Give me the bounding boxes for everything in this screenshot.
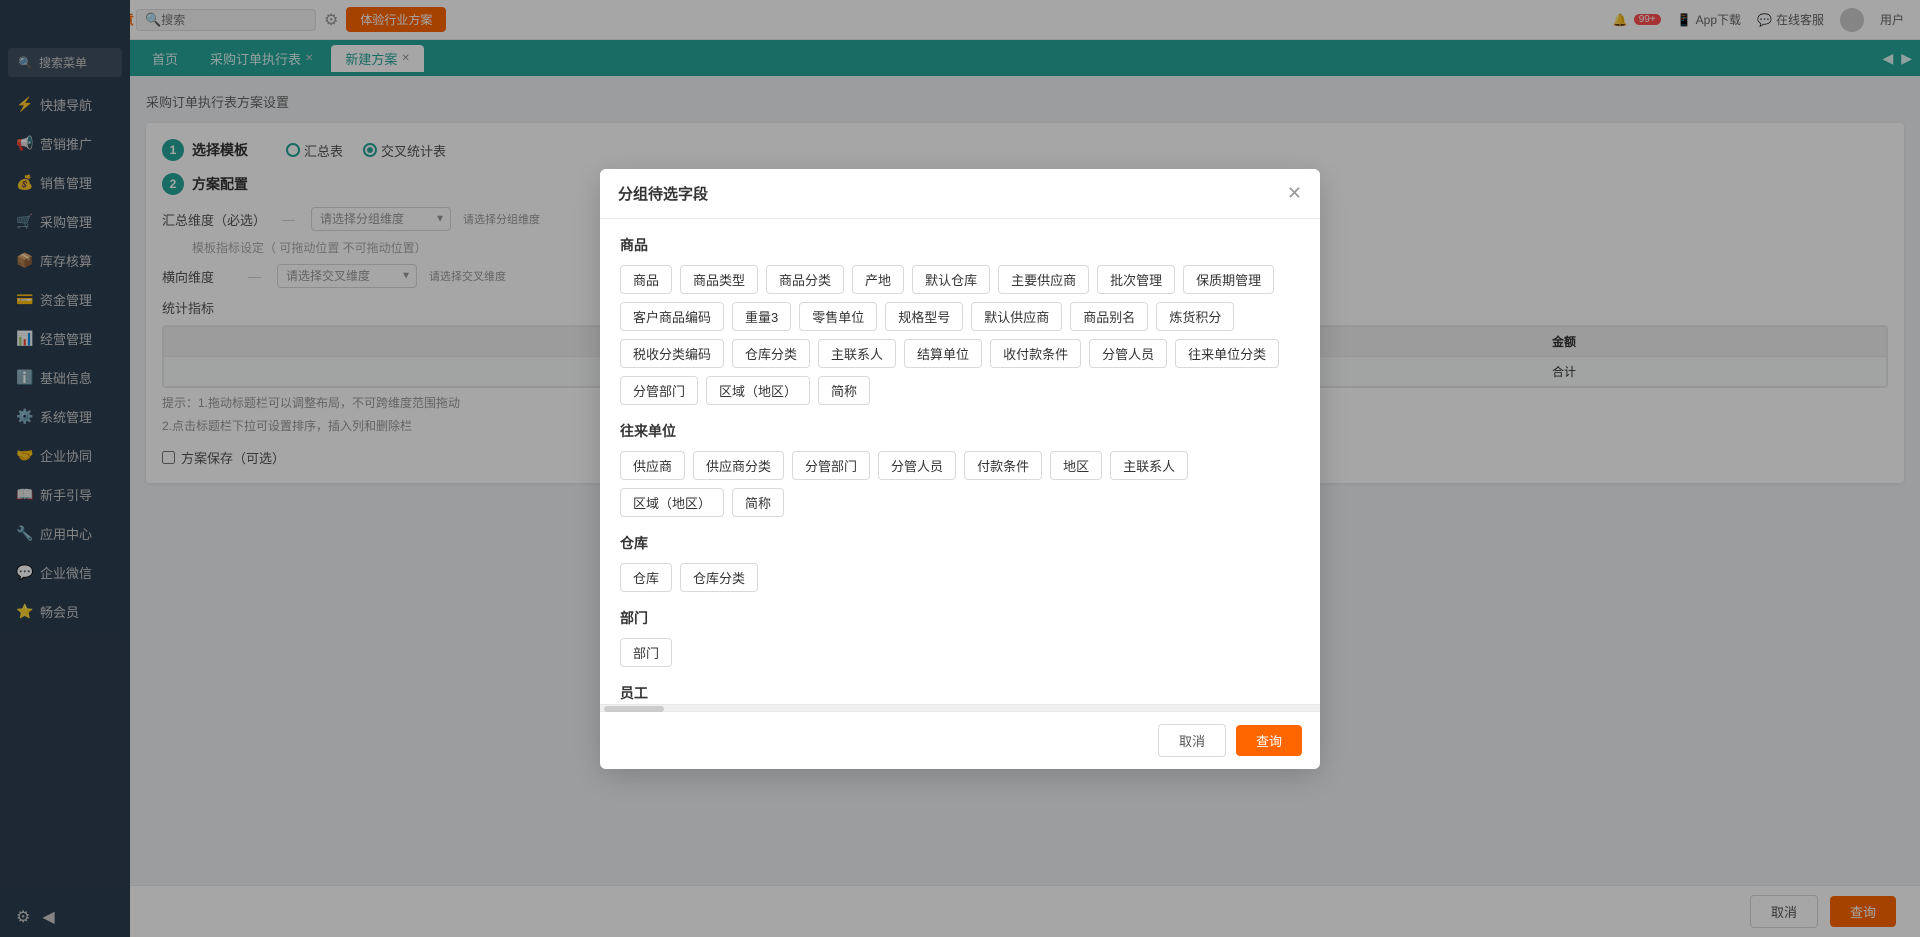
field-tag-settlement-unit[interactable]: 结算单位 xyxy=(904,339,982,368)
field-tag-customer-code[interactable]: 客户商品编码 xyxy=(620,302,724,331)
field-tag-main-contact-partner[interactable]: 主联系人 xyxy=(1110,451,1188,480)
field-tag-goods-alias[interactable]: 商品别名 xyxy=(1070,302,1148,331)
field-tag-warehouse-category[interactable]: 仓库分类 xyxy=(732,339,810,368)
field-tag-goods-category[interactable]: 商品分类 xyxy=(766,265,844,294)
field-tag-payment-terms[interactable]: 收付款条件 xyxy=(990,339,1081,368)
field-tag-tax-code[interactable]: 税收分类编码 xyxy=(620,339,724,368)
field-tag-origin[interactable]: 产地 xyxy=(852,265,904,294)
modal-body: 商品 商品 商品类型 商品分类 产地 默认仓库 主要供应商 批次管理 保质期管理… xyxy=(600,219,1320,705)
field-tags-goods: 商品 商品类型 商品分类 产地 默认仓库 主要供应商 批次管理 保质期管理 客户… xyxy=(620,265,1300,405)
field-tag-supplier-category[interactable]: 供应商分类 xyxy=(693,451,784,480)
field-tag-spec-model[interactable]: 规格型号 xyxy=(885,302,963,331)
modal-cancel-button[interactable]: 取消 xyxy=(1158,724,1226,757)
field-tag-retail-unit[interactable]: 零售单位 xyxy=(799,302,877,331)
field-tag-smelting-points[interactable]: 炼货积分 xyxy=(1156,302,1234,331)
modal-footer: 取消 查询 xyxy=(600,711,1320,769)
field-tag-warehouse-cat[interactable]: 仓库分类 xyxy=(680,563,758,592)
field-group-department-title: 部门 xyxy=(620,608,1300,628)
modal-header: 分组待选字段 ✕ xyxy=(600,169,1320,219)
field-group-department: 部门 部门 xyxy=(620,608,1300,667)
field-tag-manage-dept[interactable]: 分管部门 xyxy=(620,376,698,405)
field-tag-region-goods[interactable]: 区域（地区） xyxy=(706,376,810,405)
field-tags-warehouse: 仓库 仓库分类 xyxy=(620,563,1300,592)
field-group-partner: 往来单位 供应商 供应商分类 分管部门 分管人员 付款条件 地区 主联系人 区域… xyxy=(620,421,1300,517)
field-tag-default-warehouse[interactable]: 默认仓库 xyxy=(912,265,990,294)
field-tag-manage-dept-partner[interactable]: 分管部门 xyxy=(792,451,870,480)
field-tag-warehouse[interactable]: 仓库 xyxy=(620,563,672,592)
field-tag-goods-type[interactable]: 商品类型 xyxy=(680,265,758,294)
field-tag-expiry-manage[interactable]: 保质期管理 xyxy=(1183,265,1274,294)
field-tag-payment-cond-partner[interactable]: 付款条件 xyxy=(964,451,1042,480)
field-tag-main-supplier[interactable]: 主要供应商 xyxy=(998,265,1089,294)
field-tag-department[interactable]: 部门 xyxy=(620,638,672,667)
field-group-goods: 商品 商品 商品类型 商品分类 产地 默认仓库 主要供应商 批次管理 保质期管理… xyxy=(620,235,1300,405)
field-tag-supplier[interactable]: 供应商 xyxy=(620,451,685,480)
field-tag-main-contact[interactable]: 主联系人 xyxy=(818,339,896,368)
hscroll-thumb[interactable] xyxy=(604,706,664,712)
field-tag-region-partner[interactable]: 地区 xyxy=(1050,451,1102,480)
field-tags-department: 部门 xyxy=(620,638,1300,667)
field-tag-short-name-goods[interactable]: 简称 xyxy=(818,376,870,405)
field-tag-goods[interactable]: 商品 xyxy=(620,265,672,294)
field-group-employee: 员工 业务员 xyxy=(620,683,1300,705)
field-tag-unit-category[interactable]: 往来单位分类 xyxy=(1175,339,1279,368)
field-tag-default-supplier[interactable]: 默认供应商 xyxy=(971,302,1062,331)
modal-close-button[interactable]: ✕ xyxy=(1287,183,1302,204)
field-group-warehouse: 仓库 仓库 仓库分类 xyxy=(620,533,1300,592)
modal-confirm-button[interactable]: 查询 xyxy=(1236,725,1302,756)
field-selector-modal: 分组待选字段 ✕ 商品 商品 商品类型 商品分类 产地 默认仓库 主要供应商 批… xyxy=(600,169,1320,769)
field-tag-batch-manage[interactable]: 批次管理 xyxy=(1097,265,1175,294)
field-tags-partner: 供应商 供应商分类 分管部门 分管人员 付款条件 地区 主联系人 区域（地区） … xyxy=(620,451,1300,517)
field-tag-short-name-partner[interactable]: 简称 xyxy=(732,488,784,517)
field-tag-manager[interactable]: 分管人员 xyxy=(1089,339,1167,368)
field-group-warehouse-title: 仓库 xyxy=(620,533,1300,553)
field-tag-manage-person-partner[interactable]: 分管人员 xyxy=(878,451,956,480)
field-tag-area-partner[interactable]: 区域（地区） xyxy=(620,488,724,517)
field-tag-weight3[interactable]: 重量3 xyxy=(732,302,791,331)
modal-title: 分组待选字段 xyxy=(618,183,708,204)
field-group-employee-title: 员工 xyxy=(620,683,1300,703)
field-group-partner-title: 往来单位 xyxy=(620,421,1300,441)
modal-hscrollbar xyxy=(600,704,1320,710)
modal-overlay: 分组待选字段 ✕ 商品 商品 商品类型 商品分类 产地 默认仓库 主要供应商 批… xyxy=(0,0,1920,937)
field-group-goods-title: 商品 xyxy=(620,235,1300,255)
